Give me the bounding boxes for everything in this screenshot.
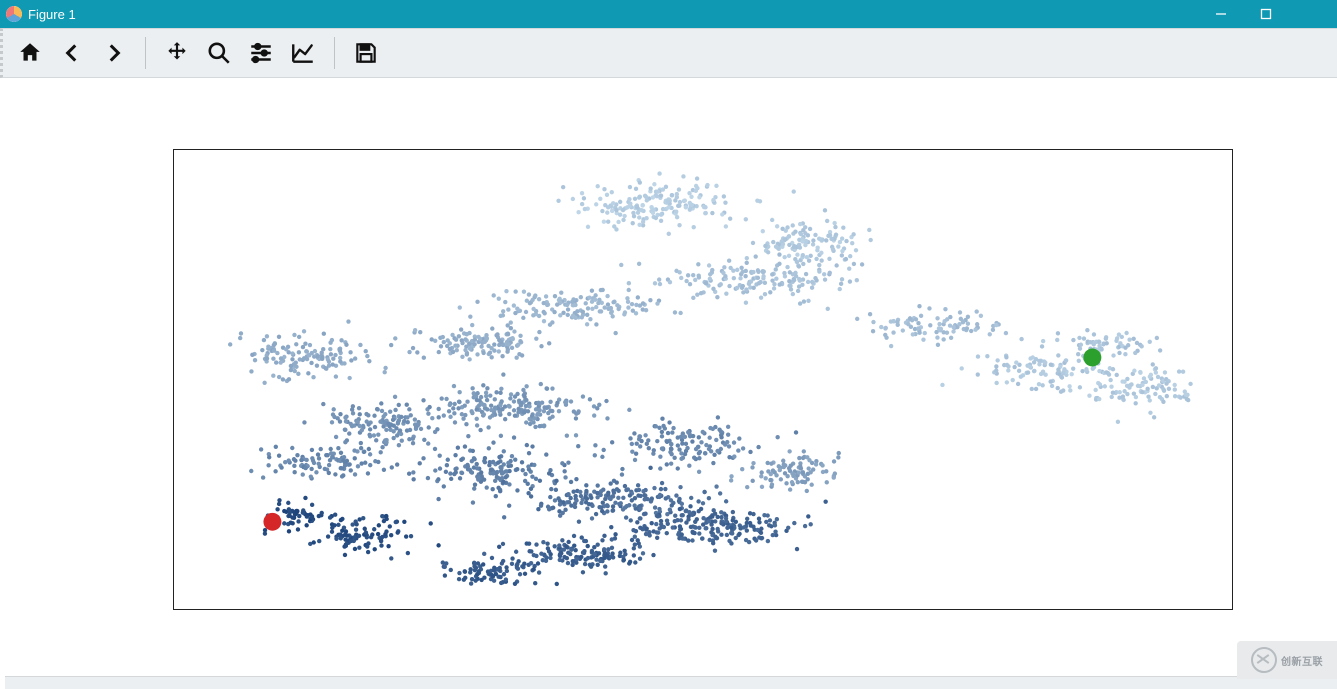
window-title: Figure 1 <box>28 7 76 22</box>
highlight-end <box>1083 349 1101 367</box>
matplotlib-toolbar <box>0 28 1337 78</box>
axes-frame <box>173 149 1233 610</box>
watermark-badge: 创新互联 <box>1237 641 1337 679</box>
figure-canvas[interactable] <box>0 78 1337 679</box>
back-button[interactable] <box>53 34 91 72</box>
toolbar-separator <box>334 37 335 69</box>
save-button[interactable] <box>347 34 385 72</box>
edit-axis-button[interactable] <box>284 34 322 72</box>
forward-button[interactable] <box>95 34 133 72</box>
watermark-text: 创新互联 <box>1281 653 1323 668</box>
configure-subplots-button[interactable] <box>242 34 280 72</box>
minimize-button[interactable] <box>1198 0 1243 28</box>
zoom-button[interactable] <box>200 34 238 72</box>
maximize-button[interactable] <box>1243 0 1288 28</box>
pan-button[interactable] <box>158 34 196 72</box>
home-button[interactable] <box>11 34 49 72</box>
status-bar <box>5 676 1337 689</box>
highlight-start <box>263 513 281 531</box>
window-controls <box>1198 0 1333 28</box>
scatter-plot <box>174 150 1232 609</box>
toolbar-separator <box>145 37 146 69</box>
matplotlib-app-icon <box>6 6 22 22</box>
watermark-icon <box>1251 647 1277 673</box>
window-titlebar: Figure 1 <box>0 0 1337 28</box>
